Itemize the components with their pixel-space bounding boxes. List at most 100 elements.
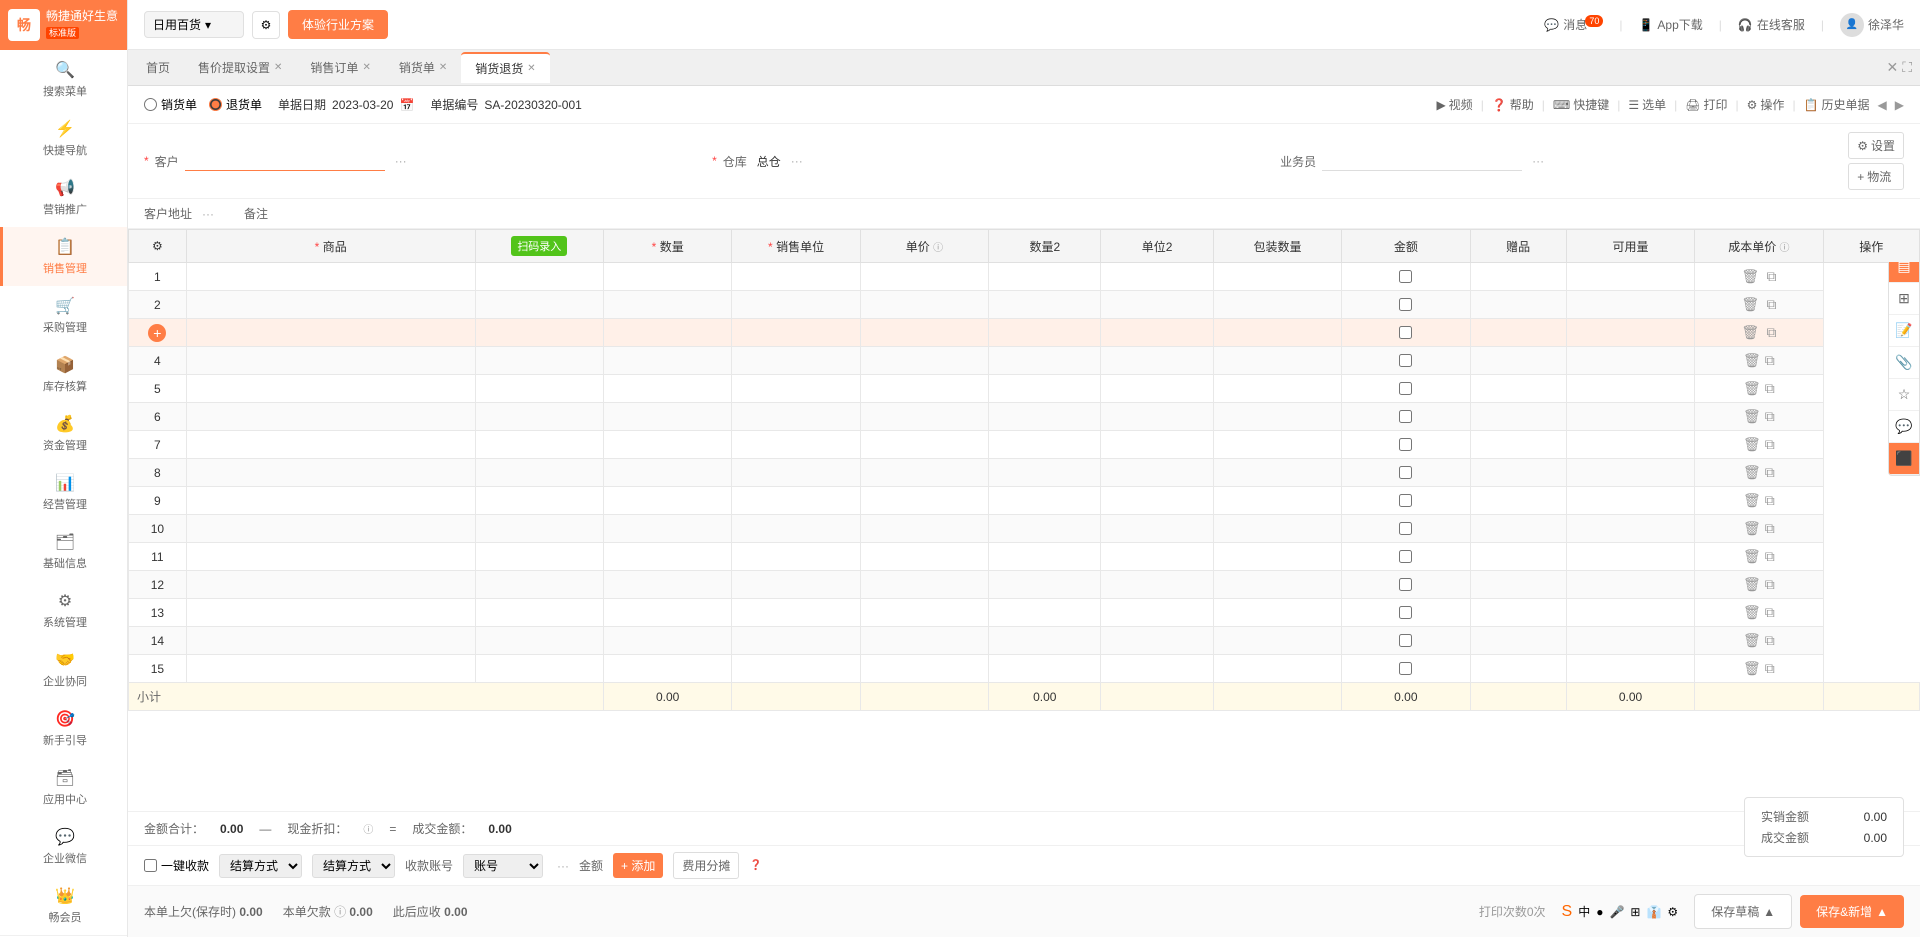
add-payment-btn[interactable]: + 添加 xyxy=(613,853,663,878)
gift-cb-11[interactable] xyxy=(1399,550,1412,563)
prev-record-icon[interactable]: ◀ xyxy=(1878,98,1887,112)
sale-radio-input[interactable] xyxy=(144,98,157,111)
sidebar-item-marketing[interactable]: 📢 营销推广 xyxy=(0,168,127,227)
del-9[interactable]: 🗑 xyxy=(1741,490,1763,511)
cost-info-icon[interactable]: ⓘ xyxy=(1780,243,1790,254)
del-10[interactable]: 🗑 xyxy=(1741,518,1763,539)
sidebar-item-cooperation[interactable]: 🤝 企业协同 xyxy=(0,640,127,699)
del-13[interactable]: 🗑 xyxy=(1741,602,1763,623)
delete-row-1-btn[interactable]: 🗑 xyxy=(1739,266,1761,287)
copy-row-1-btn[interactable]: ⧉ xyxy=(1764,266,1778,287)
sidebar-item-newbie[interactable]: 🎯 新手引导 xyxy=(0,699,127,758)
sidebar-item-operation[interactable]: 📊 经营管理 xyxy=(0,463,127,522)
del-7[interactable]: 🗑 xyxy=(1741,434,1763,455)
note-btn[interactable]: 📝 xyxy=(1889,315,1919,347)
copy-4[interactable]: ⧉ xyxy=(1763,350,1777,371)
one-click-pay-checkbox[interactable]: 一键收款 xyxy=(144,857,209,874)
trial-btn[interactable]: 体验行业方案 xyxy=(288,10,388,39)
gift-cb-12[interactable] xyxy=(1399,578,1412,591)
doc-type-return-radio[interactable]: 退货单 xyxy=(209,96,262,113)
doc-type-sale-radio[interactable]: 销货单 xyxy=(144,96,197,113)
sidebar-item-inventory[interactable]: 📦 库存核算 xyxy=(0,345,127,404)
unit-cell-1[interactable] xyxy=(604,263,732,291)
gift-cb-7[interactable] xyxy=(1399,438,1412,451)
gift-cell-2[interactable] xyxy=(1342,291,1470,319)
user-profile[interactable]: 👤 徐泽华 xyxy=(1840,13,1904,37)
del-4[interactable]: 🗑 xyxy=(1741,350,1763,371)
sidebar-item-purchase[interactable]: 🛒 采购管理 xyxy=(0,286,127,345)
tab-sales-return[interactable]: 销货退货 ✕ xyxy=(461,52,549,83)
new-qty-cell[interactable] xyxy=(475,319,603,347)
settle-method-select[interactable]: 结算方式 xyxy=(219,854,302,878)
copy-new-row-btn[interactable]: ⧉ xyxy=(1764,322,1778,343)
gift-cb-8[interactable] xyxy=(1399,466,1412,479)
fee-split-help-icon[interactable]: ❓ xyxy=(749,860,761,871)
customer-more-btn[interactable]: ··· xyxy=(395,154,407,168)
tab-sales-delivery-close[interactable]: ✕ xyxy=(439,62,447,73)
message-btn[interactable]: 💬 消息 70 xyxy=(1544,16,1603,33)
tab-close-icon[interactable]: ✕ xyxy=(1886,59,1898,76)
new-price-cell[interactable] xyxy=(732,319,860,347)
gift-cb-5[interactable] xyxy=(1399,382,1412,395)
new-cost-cell[interactable] xyxy=(1566,319,1694,347)
product-input-1[interactable] xyxy=(191,270,471,284)
sidebar-item-wechat[interactable]: 💬 企业微信 xyxy=(0,817,127,876)
gift-cb-10[interactable] xyxy=(1399,522,1412,535)
price-info-icon[interactable]: ⓘ xyxy=(933,243,943,254)
copy-5[interactable]: ⧉ xyxy=(1763,378,1777,399)
tab-price-setting[interactable]: 售价提取设置 ✕ xyxy=(184,53,296,82)
del-11[interactable]: 🗑 xyxy=(1741,546,1763,567)
gift-cb-15[interactable] xyxy=(1399,662,1412,675)
app-download-btn[interactable]: 📱 App下载 xyxy=(1638,16,1702,33)
new-pack-cell[interactable] xyxy=(1101,319,1213,347)
cost-cell-2[interactable] xyxy=(1566,291,1694,319)
new-unit2-cell[interactable] xyxy=(989,319,1101,347)
gift-cb-13[interactable] xyxy=(1399,606,1412,619)
sidebar-item-search[interactable]: 🔍 搜索菜单 xyxy=(0,50,127,109)
gift-cb-6[interactable] xyxy=(1399,410,1412,423)
sidebar-item-shortcut[interactable]: ⚡ 快捷导航 xyxy=(0,109,127,168)
save-draft-btn[interactable]: 保存草稿 ▲ xyxy=(1694,894,1792,929)
toolbar-icon-5[interactable]: 👔 xyxy=(1646,905,1661,919)
del-6[interactable]: 🗑 xyxy=(1741,406,1763,427)
qty-cell-1[interactable] xyxy=(475,263,603,291)
amount-cell-2[interactable] xyxy=(1213,291,1341,319)
calc-method-select[interactable]: 结算方式 xyxy=(312,854,395,878)
th-scan[interactable]: 扫码录入 xyxy=(475,230,603,263)
copy-15[interactable]: ⧉ xyxy=(1763,658,1777,679)
toolbar-icon-2[interactable]: ● xyxy=(1596,905,1603,919)
chat-side-btn[interactable]: 💬 xyxy=(1889,411,1919,443)
copy-10[interactable]: ⧉ xyxy=(1763,518,1777,539)
new-gift-checkbox[interactable] xyxy=(1399,326,1412,339)
salesperson-input[interactable] xyxy=(1322,152,1522,171)
sidebar-item-member[interactable]: 👑 畅会员 xyxy=(0,876,127,935)
gift-cell-1[interactable] xyxy=(1342,263,1470,291)
gift-cb-4[interactable] xyxy=(1399,354,1412,367)
gift-checkbox-2[interactable] xyxy=(1399,298,1412,311)
return-radio-input[interactable] xyxy=(209,98,222,111)
sidebar-item-sales[interactable]: 📋 销售管理 xyxy=(0,227,127,286)
tab-price-setting-close[interactable]: ✕ xyxy=(274,62,282,73)
new-avail-cell[interactable] xyxy=(1470,319,1566,347)
tab-expand-icon[interactable]: ⛶ xyxy=(1902,59,1912,76)
calendar-icon[interactable]: 📅 xyxy=(399,98,414,112)
video-action[interactable]: ▶ 视频 xyxy=(1436,96,1472,113)
operate-action[interactable]: ⚙ 操作 xyxy=(1747,96,1785,113)
gift-checkbox-1[interactable] xyxy=(1399,270,1412,283)
qty2-cell-1[interactable] xyxy=(860,263,988,291)
address-more-btn[interactable]: ··· xyxy=(202,207,214,221)
card-view-btn[interactable]: ⊞ xyxy=(1889,283,1919,315)
new-unit-cell[interactable] xyxy=(604,319,732,347)
del-12[interactable]: 🗑 xyxy=(1741,574,1763,595)
sidebar-item-finance[interactable]: 💰 资金管理 xyxy=(0,404,127,463)
new-product-cell[interactable] xyxy=(186,319,475,347)
attachment-btn[interactable]: 📎 xyxy=(1889,347,1919,379)
account-more-btn[interactable]: ··· xyxy=(557,859,569,873)
tab-sales-return-close[interactable]: ✕ xyxy=(527,63,535,74)
del-8[interactable]: 🗑 xyxy=(1741,462,1763,483)
avail-cell-1[interactable] xyxy=(1470,263,1566,291)
sidebar-item-apps[interactable]: 🗃 应用中心 xyxy=(0,758,127,817)
copy-row-2-btn[interactable]: ⧉ xyxy=(1764,294,1778,315)
new-amount-cell[interactable] xyxy=(1213,319,1341,347)
pack-cell-1[interactable] xyxy=(1101,263,1213,291)
